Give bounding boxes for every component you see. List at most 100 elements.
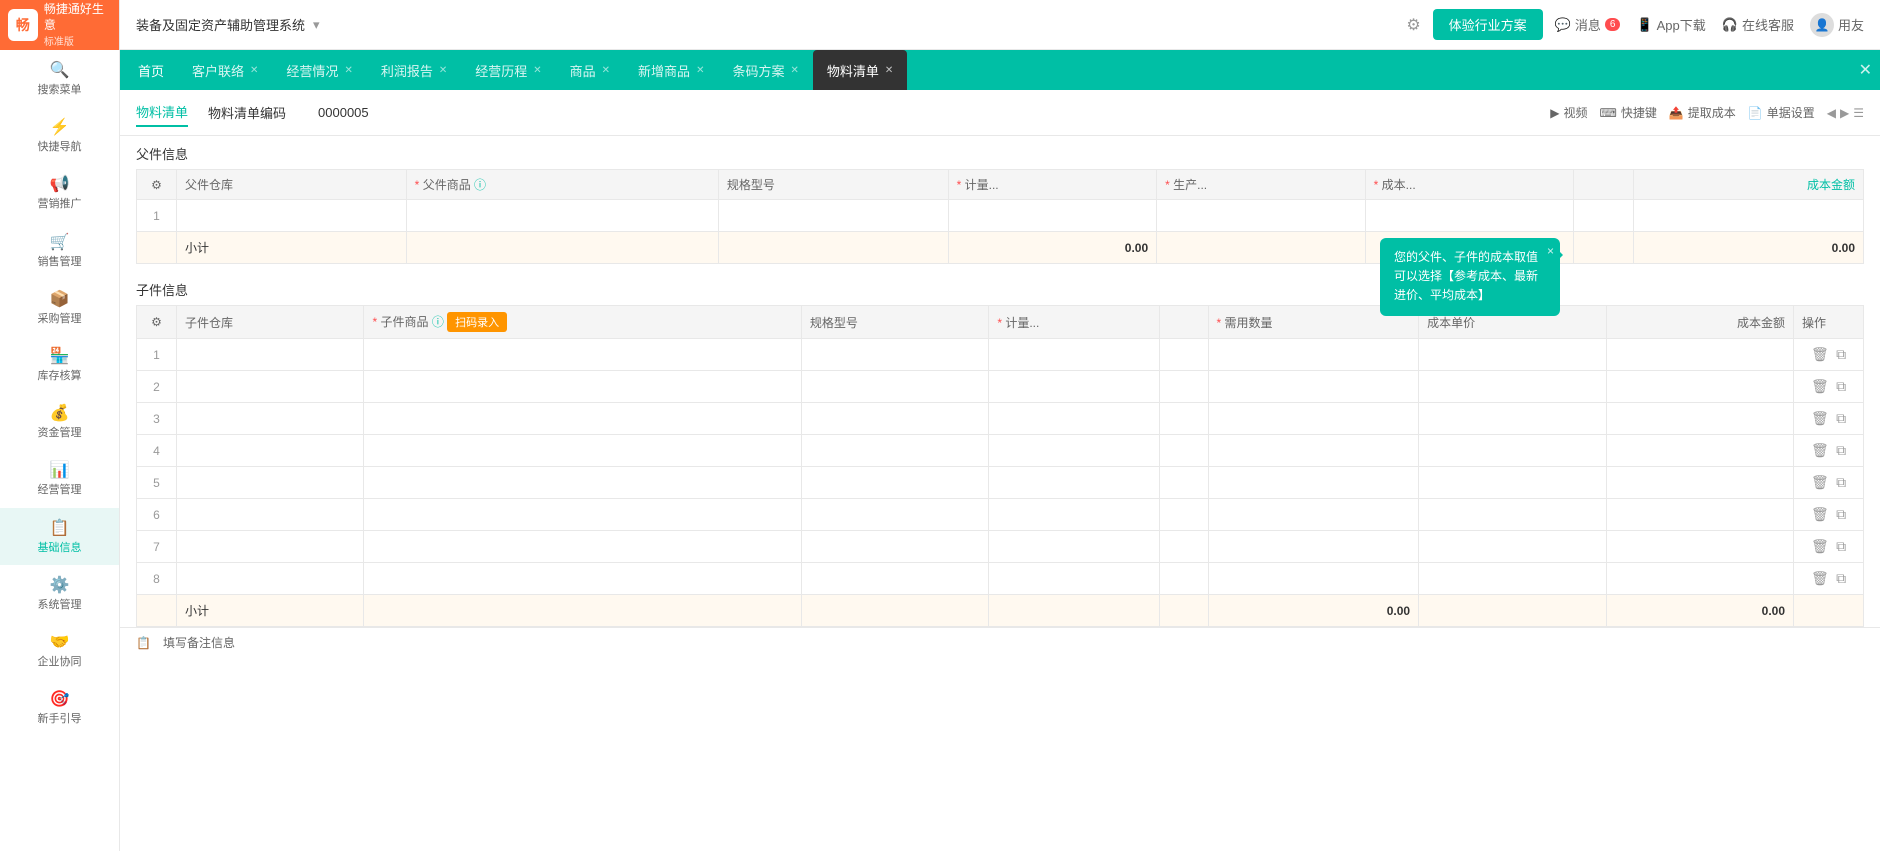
tab-history[interactable]: 经营历程 ✕ (461, 50, 555, 90)
copy-icon-8[interactable]: ⧉ (1836, 570, 1846, 586)
child-row-3-quantity[interactable] (1208, 403, 1419, 435)
child-row-6-cost-unit[interactable] (1419, 499, 1606, 531)
delete-icon-3[interactable]: 🗑 (1811, 410, 1829, 426)
delete-icon-6[interactable]: 🗑 (1811, 506, 1829, 522)
child-row-4-unit[interactable] (989, 435, 1159, 467)
parent-row-1-cost[interactable] (1365, 200, 1574, 232)
tab-operations-status-close[interactable]: ✕ (344, 65, 352, 76)
copy-icon-4[interactable]: ⧉ (1836, 442, 1846, 458)
sidebar-item-operations[interactable]: 📊 经营管理 (0, 450, 119, 507)
child-row-5-quantity[interactable] (1208, 467, 1419, 499)
child-row-5-spec[interactable] (801, 467, 988, 499)
tab-bom-close[interactable]: ✕ (885, 65, 893, 76)
child-row-4-product[interactable] (364, 435, 801, 467)
settings-icon[interactable]: ⚙ (1406, 15, 1420, 35)
parent-row-1-unit[interactable] (948, 200, 1157, 232)
next-page-icon[interactable]: ▶ (1840, 106, 1849, 120)
child-row-5-cost-unit[interactable] (1419, 467, 1606, 499)
tab-operations-status[interactable]: 经营情况 ✕ (272, 50, 366, 90)
child-row-5-warehouse[interactable] (177, 467, 364, 499)
sidebar-item-search[interactable]: 🔍 搜索菜单 (0, 50, 119, 107)
sidebar-item-inventory[interactable]: 🏪 库存核算 (0, 336, 119, 393)
tab-new-product-close[interactable]: ✕ (696, 65, 704, 76)
child-row-8-quantity[interactable] (1208, 563, 1419, 595)
parent-row-1-spec[interactable] (718, 200, 948, 232)
copy-icon-1[interactable]: ⧉ (1836, 346, 1846, 362)
copy-icon-7[interactable]: ⧉ (1836, 538, 1846, 554)
message-button[interactable]: 💬 消息 6 (1555, 15, 1621, 34)
online-service-button[interactable]: 🎧 在线客服 (1722, 15, 1794, 34)
child-row-6-spec[interactable] (801, 499, 988, 531)
child-row-7-product[interactable] (364, 531, 801, 563)
delete-icon-4[interactable]: 🗑 (1811, 442, 1829, 458)
child-row-1-quantity[interactable] (1208, 339, 1419, 371)
copy-icon-5[interactable]: ⧉ (1836, 474, 1846, 490)
sidebar-item-newbie[interactable]: 🎯 新手引导 (0, 679, 119, 736)
child-row-6-warehouse[interactable] (177, 499, 364, 531)
tab-customer[interactable]: 客户联络 ✕ (178, 50, 272, 90)
child-row-2-cost-unit[interactable] (1419, 371, 1606, 403)
child-row-7-cost-unit[interactable] (1419, 531, 1606, 563)
sidebar-item-basicinfo[interactable]: 📋 基础信息 (0, 508, 119, 565)
tab-profit-report-close[interactable]: ✕ (439, 65, 447, 76)
extract-cost-button[interactable]: 📤 提取成本 (1669, 104, 1736, 121)
child-row-1-warehouse[interactable] (177, 339, 364, 371)
tab-profit-report[interactable]: 利润报告 ✕ (367, 50, 461, 90)
child-row-1-spec[interactable] (801, 339, 988, 371)
child-row-8-unit[interactable] (989, 563, 1159, 595)
child-row-5-product[interactable] (364, 467, 801, 499)
copy-icon-2[interactable]: ⧉ (1836, 378, 1846, 394)
child-row-1-unit[interactable] (989, 339, 1159, 371)
sidebar-item-sales[interactable]: 🛒 销售管理 (0, 222, 119, 279)
child-row-3-spec[interactable] (801, 403, 988, 435)
child-row-6-product[interactable] (364, 499, 801, 531)
shortcut-button[interactable]: ⌨ 快捷键 (1599, 104, 1656, 121)
child-row-8-cost-unit[interactable] (1419, 563, 1606, 595)
sidebar-item-enterprise[interactable]: 🤝 企业协同 (0, 622, 119, 679)
child-row-4-cost-unit[interactable] (1419, 435, 1606, 467)
delete-icon-5[interactable]: 🗑 (1811, 474, 1829, 490)
app-download-button[interactable]: 📱 App下载 (1636, 15, 1705, 34)
child-row-3-cost-unit[interactable] (1419, 403, 1606, 435)
child-row-3-unit[interactable] (989, 403, 1159, 435)
user-button[interactable]: 👤 用友 (1810, 13, 1864, 37)
tab-customer-close[interactable]: ✕ (250, 65, 258, 76)
child-row-8-spec[interactable] (801, 563, 988, 595)
parent-row-1-product[interactable] (406, 200, 718, 232)
tab-new-product[interactable]: 新增商品 ✕ (624, 50, 718, 90)
tooltip-close-button[interactable]: × (1547, 242, 1554, 261)
delete-icon-2[interactable]: 🗑 (1811, 378, 1829, 394)
view-button[interactable]: ▶ 视频 (1550, 104, 1587, 121)
child-row-4-spec[interactable] (801, 435, 988, 467)
prev-page-icon[interactable]: ◀ (1827, 106, 1836, 120)
child-row-5-unit[interactable] (989, 467, 1159, 499)
sub-tab-bom-list[interactable]: 物料清单 (136, 98, 188, 127)
single-settings-button[interactable]: 📄 单据设置 (1748, 104, 1815, 121)
delete-icon-7[interactable]: 🗑 (1811, 538, 1829, 554)
child-row-6-quantity[interactable] (1208, 499, 1419, 531)
sidebar-item-marketing[interactable]: 📢 营销推广 (0, 164, 119, 221)
child-row-8-warehouse[interactable] (177, 563, 364, 595)
child-row-2-spec[interactable] (801, 371, 988, 403)
sidebar-item-system[interactable]: ⚙️ 系统管理 (0, 565, 119, 622)
child-row-7-warehouse[interactable] (177, 531, 364, 563)
child-row-2-product[interactable] (364, 371, 801, 403)
child-row-3-warehouse[interactable] (177, 403, 364, 435)
sidebar-item-finance[interactable]: 💰 资金管理 (0, 393, 119, 450)
tab-bom[interactable]: 物料清单 ✕ (813, 50, 907, 90)
tab-products-close[interactable]: ✕ (602, 65, 610, 76)
tab-barcode[interactable]: 条码方案 ✕ (718, 50, 812, 90)
tab-products[interactable]: 商品 ✕ (556, 50, 624, 90)
child-row-7-quantity[interactable] (1208, 531, 1419, 563)
close-all-icon[interactable]: ✕ (1859, 60, 1872, 80)
trial-button[interactable]: 体验行业方案 (1433, 9, 1543, 40)
child-row-7-unit[interactable] (989, 531, 1159, 563)
child-row-8-product[interactable] (364, 563, 801, 595)
tab-history-close[interactable]: ✕ (533, 65, 541, 76)
tab-barcode-close[interactable]: ✕ (790, 65, 798, 76)
parent-row-1-warehouse[interactable] (177, 200, 407, 232)
child-row-1-cost-unit[interactable] (1419, 339, 1606, 371)
delete-icon-8[interactable]: 🗑 (1811, 570, 1829, 586)
child-row-2-quantity[interactable] (1208, 371, 1419, 403)
list-view-icon[interactable]: ☰ (1853, 106, 1864, 120)
